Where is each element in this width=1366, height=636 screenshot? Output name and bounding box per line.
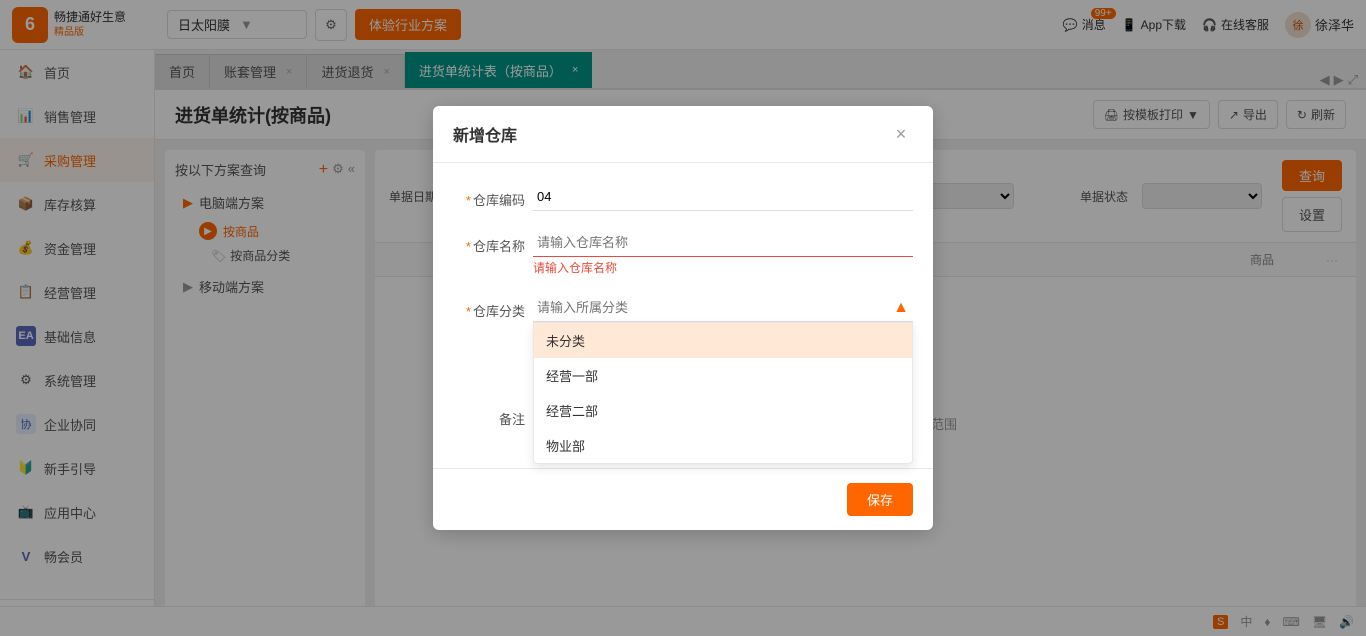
category-field: ▲ [533,294,913,322]
category-toggle-icon[interactable]: ▲ [893,299,909,317]
code-field [533,183,913,211]
dropdown-item-dept3[interactable]: 物业部 [534,428,912,463]
code-label: 仓库编码 [453,183,533,209]
dropdown-item-unclassified[interactable]: 未分类 [534,323,912,358]
category-form-row: 仓库分类 ▲ 未分类 经营一部 经营二部 物业部 [453,294,913,322]
dropdown-item-dept2[interactable]: 经营二部 [534,393,912,428]
new-warehouse-modal: 新增仓库 × 仓库编码 仓库名称 请输入仓库名称 仓库分类 [433,106,933,530]
name-error-msg: 请输入仓库名称 [533,259,913,276]
save-button[interactable]: 保存 [847,483,913,516]
category-input[interactable] [533,294,913,322]
modal-overlay[interactable]: 新增仓库 × 仓库编码 仓库名称 请输入仓库名称 仓库分类 [0,0,1366,636]
dropdown-item-dept1[interactable]: 经营一部 [534,358,912,393]
modal-header: 新增仓库 × [433,106,933,163]
code-input[interactable] [533,183,913,211]
note-label: 备注 [453,402,533,428]
name-label: 仓库名称 [453,229,533,255]
modal-title: 新增仓库 [453,122,517,146]
category-dropdown: 未分类 经营一部 经营二部 物业部 [533,322,913,464]
name-field: 请输入仓库名称 [533,229,913,276]
name-input[interactable] [533,229,913,257]
category-label: 仓库分类 [453,294,533,320]
name-form-row: 仓库名称 请输入仓库名称 [453,229,913,276]
modal-footer: 保存 [433,468,933,530]
modal-close-button[interactable]: × [889,122,913,146]
code-form-row: 仓库编码 [453,183,913,211]
modal-body: 仓库编码 仓库名称 请输入仓库名称 仓库分类 ▲ [433,163,933,468]
